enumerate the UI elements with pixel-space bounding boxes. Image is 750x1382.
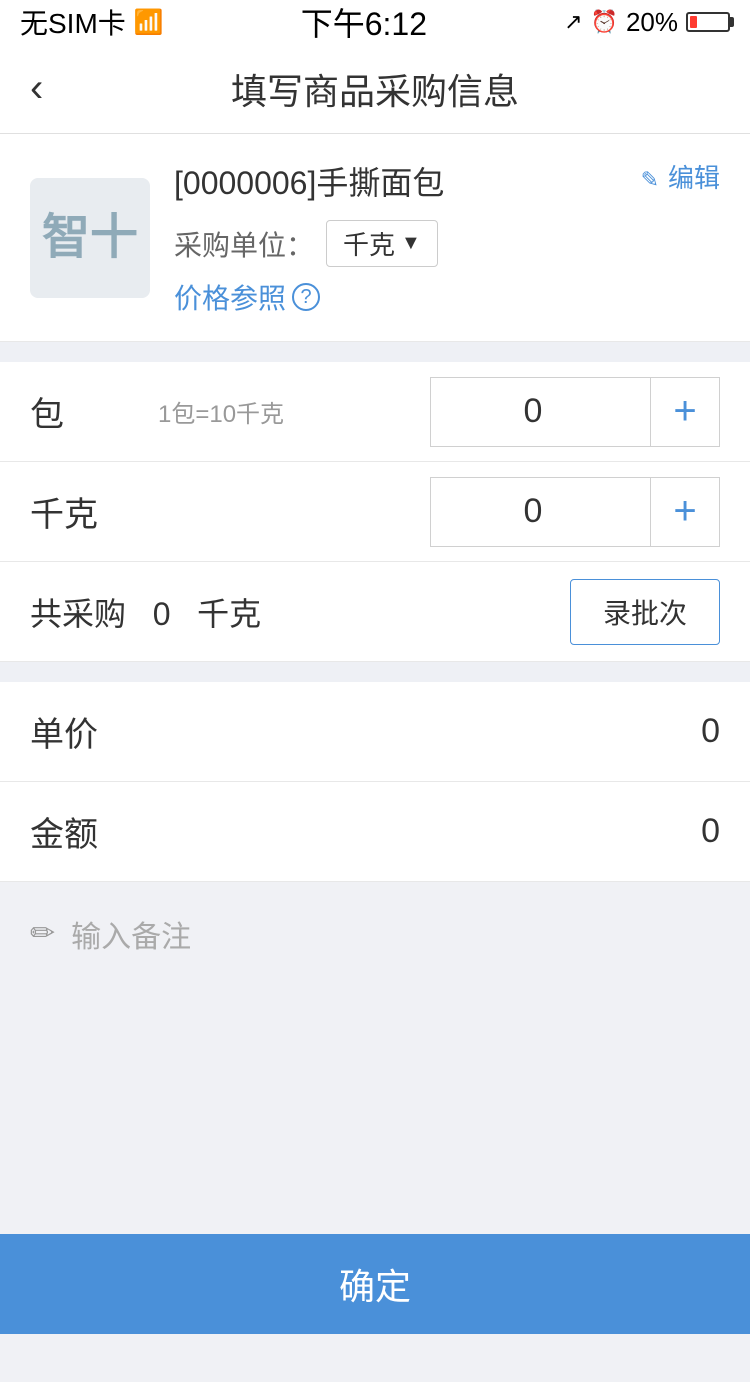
- unit-label: 采购单位：: [174, 224, 314, 264]
- amount-label: 金额: [30, 807, 98, 856]
- summary-label: 共采购: [30, 596, 126, 632]
- back-button[interactable]: ‹: [30, 66, 43, 111]
- bao-row: 包 1包=10千克 +: [0, 362, 750, 462]
- product-unit-row: 采购单位： 千克 ▼: [174, 220, 617, 267]
- kg-input-group: +: [430, 477, 720, 547]
- wifi-icon: 📶: [134, 8, 164, 37]
- carrier-text: 无SIM卡: [20, 2, 126, 42]
- kg-row: 千克 +: [0, 462, 750, 562]
- nav-bar: ‹ 填写商品采购信息: [0, 44, 750, 134]
- price-ref-help-icon: ?: [292, 283, 320, 311]
- dropdown-icon: ▼: [401, 232, 421, 255]
- status-time: 下午6:12: [301, 0, 427, 45]
- price-ref-label[interactable]: 价格参照: [174, 277, 286, 317]
- alarm-icon: ⏰: [591, 9, 618, 35]
- location-icon: ↗: [564, 9, 582, 35]
- remark-section[interactable]: ✏ 输入备注: [0, 882, 750, 1082]
- kg-plus-button[interactable]: +: [650, 477, 720, 547]
- battery-icon: [686, 12, 730, 32]
- summary-row: 共采购 0 千克 录批次: [0, 562, 750, 662]
- status-left: 无SIM卡 📶: [20, 2, 164, 42]
- kg-label: 千克: [30, 487, 150, 536]
- pencil-icon: ✏: [30, 916, 55, 951]
- bao-input-group: +: [430, 377, 720, 447]
- product-name: [0000006]手撕面包: [174, 158, 617, 204]
- unit-value: 千克: [343, 225, 395, 262]
- summary-text: 共采购 0 千克: [30, 589, 261, 635]
- bao-sublabel: 1包=10千克: [158, 394, 284, 429]
- unit-price-row: 单价 0: [0, 682, 750, 782]
- batch-button[interactable]: 录批次: [570, 579, 720, 645]
- product-info: [0000006]手撕面包 采购单位： 千克 ▼ 价格参照 ?: [174, 158, 617, 317]
- input-section: 包 1包=10千克 + 千克 +: [0, 362, 750, 562]
- price-ref-row: 价格参照 ?: [174, 277, 617, 317]
- separator-2: [0, 662, 750, 682]
- status-bar: 无SIM卡 📶 下午6:12 ↗ ⏰ 20%: [0, 0, 750, 44]
- remark-placeholder: 输入备注: [71, 912, 191, 956]
- price-section: 单价 0 金额 0: [0, 682, 750, 882]
- unit-price-label: 单价: [30, 707, 98, 756]
- confirm-button[interactable]: 确定: [0, 1234, 750, 1334]
- unit-price-value: 0: [701, 712, 720, 751]
- summary-value: 0: [153, 596, 171, 632]
- amount-value: 0: [701, 812, 720, 851]
- kg-input[interactable]: [430, 477, 650, 547]
- product-image: 智十: [30, 178, 150, 298]
- battery-percent: 20%: [626, 7, 678, 38]
- bao-plus-button[interactable]: +: [650, 377, 720, 447]
- status-right: ↗ ⏰ 20%: [564, 7, 730, 38]
- bao-label: 包: [30, 387, 150, 436]
- summary-unit: 千克: [197, 596, 261, 632]
- product-logo: 智十: [42, 214, 138, 262]
- edit-button[interactable]: ✎ 编辑: [641, 158, 720, 195]
- bao-input[interactable]: [430, 377, 650, 447]
- product-card: 智十 [0000006]手撕面包 采购单位： 千克 ▼ 价格参照 ? ✎ 编辑: [0, 134, 750, 342]
- unit-select[interactable]: 千克 ▼: [326, 220, 438, 267]
- page-title: 填写商品采购信息: [231, 63, 519, 115]
- battery-fill: [690, 16, 697, 28]
- amount-row: 金额 0: [0, 782, 750, 882]
- separator-1: [0, 342, 750, 362]
